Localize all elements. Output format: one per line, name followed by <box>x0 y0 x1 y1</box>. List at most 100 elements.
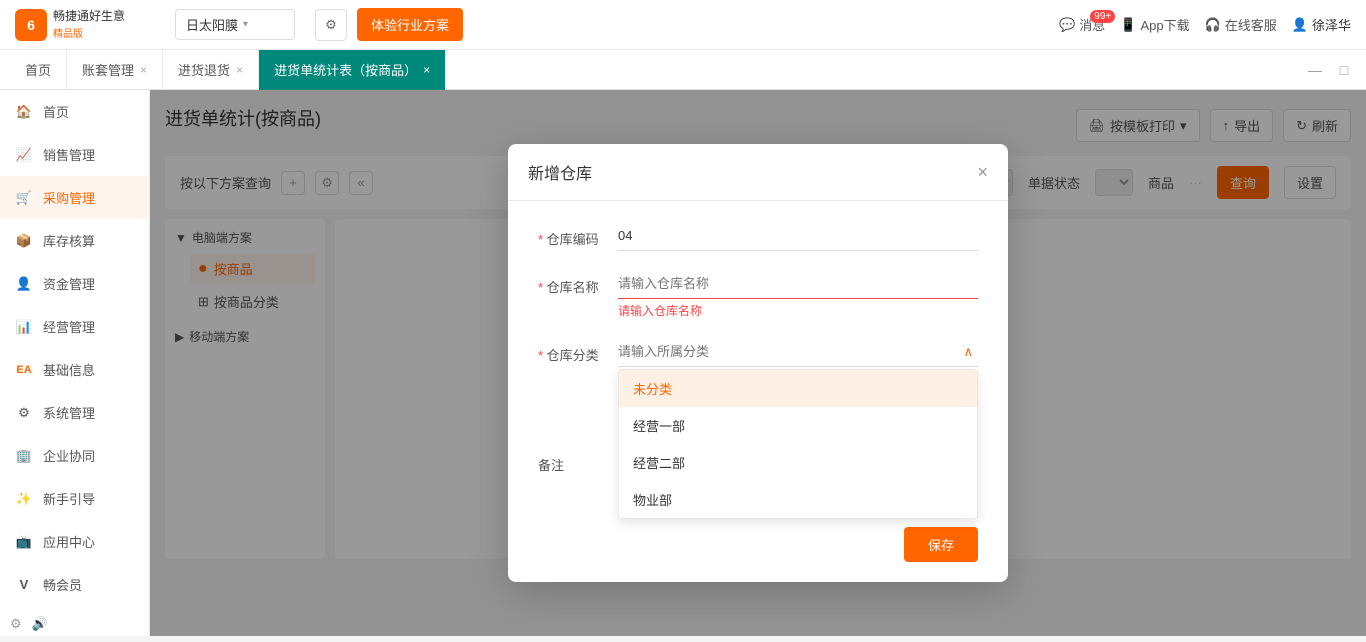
sidebar-volume-icon[interactable]: 🔊 <box>32 616 48 632</box>
save-button[interactable]: 保存 <box>904 527 978 562</box>
code-input[interactable] <box>618 221 978 251</box>
app-logo-icon: 6 <box>15 9 47 41</box>
main-layout: 🏠 首页 📈 销售管理 🛒 采购管理 📦 库存核算 👤 资金管理 📊 经营管理 … <box>0 90 1366 636</box>
sidebar-item-basic[interactable]: EA 基础信息 <box>0 348 149 391</box>
message-button[interactable]: 💬 消息 99+ <box>1059 15 1105 34</box>
logo-area: 6 畅捷通好生意 精品版 <box>15 9 165 41</box>
vip-icon: V <box>15 576 33 594</box>
sidebar-label-system: 系统管理 <box>43 403 95 422</box>
tab-purchase-stat-close-icon[interactable]: × <box>423 63 430 77</box>
sidebar-item-enterprise[interactable]: 🏢 企业协同 <box>0 434 149 477</box>
store-name: 日太阳膜 <box>186 15 238 34</box>
basic-icon: EA <box>15 361 33 379</box>
sidebar-label-finance: 资金管理 <box>43 274 95 293</box>
header-middle: ⚙ 体验行业方案 <box>315 8 463 41</box>
headset-icon: 🎧 <box>1205 17 1221 33</box>
enterprise-icon: 🏢 <box>15 447 33 465</box>
form-row-code: 仓库编码 <box>538 221 978 251</box>
app-edition: 精品版 <box>53 25 125 40</box>
header-settings-button[interactable]: ⚙ <box>315 9 347 41</box>
sidebar-label-purchase: 采购管理 <box>43 188 95 207</box>
message-badge: 99+ <box>1090 10 1115 23</box>
sidebar-item-sales[interactable]: 📈 销售管理 <box>0 133 149 176</box>
top-header: 6 畅捷通好生意 精品版 日太阳膜 ▾ ⚙ 体验行业方案 💬 消息 99+ 📱 … <box>0 0 1366 50</box>
app-center-icon: 📺 <box>15 533 33 551</box>
name-label: 仓库名称 <box>538 269 618 296</box>
online-service-label: 在线客服 <box>1225 15 1277 34</box>
sidebar-item-system[interactable]: ⚙ 系统管理 <box>0 391 149 434</box>
app-download-label: App下载 <box>1140 15 1189 34</box>
dropdown-item-dept2[interactable]: 经营二部 <box>619 444 977 481</box>
tab-bar: 首页 账套管理 × 进货退货 × 进货单统计表（按商品） × — □ <box>0 50 1366 90</box>
message-icon: 💬 <box>1059 17 1075 33</box>
sidebar-item-app-center[interactable]: 📺 应用中心 <box>0 520 149 563</box>
sidebar-item-vip[interactable]: V 畅会员 <box>0 563 149 606</box>
sidebar-label-operation: 经营管理 <box>43 317 95 336</box>
sidebar-label-inventory: 库存核算 <box>43 231 95 250</box>
tab-purchase-stat-label: 进货单统计表（按商品） <box>274 60 417 79</box>
store-chevron-icon: ▾ <box>243 19 248 30</box>
tab-account-label: 账套管理 <box>82 60 134 79</box>
dialog-body: 仓库编码 仓库名称 请输入仓库名称 <box>508 201 1008 515</box>
category-expand-icon[interactable]: ∧ <box>958 339 978 365</box>
code-input-wrap <box>618 221 978 251</box>
sidebar-label-home: 首页 <box>43 102 69 121</box>
sidebar-label-guide: 新手引导 <box>43 489 95 508</box>
sidebar-label-vip: 畅会员 <box>43 575 82 594</box>
dialog-close-button[interactable]: × <box>977 162 988 183</box>
form-row-name: 仓库名称 请输入仓库名称 <box>538 269 978 319</box>
sales-icon: 📈 <box>15 146 33 164</box>
dialog-title: 新增仓库 <box>528 160 592 184</box>
gear-icon: ⚙ <box>325 17 337 33</box>
tab-purchase-return-close-icon[interactable]: × <box>236 63 243 77</box>
tab-purchase-return[interactable]: 进货退货 × <box>163 50 259 90</box>
sidebar-item-operation[interactable]: 📊 经营管理 <box>0 305 149 348</box>
sidebar-label-enterprise: 企业协同 <box>43 446 95 465</box>
new-warehouse-dialog: 新增仓库 × 仓库编码 仓库名称 <box>508 144 1008 582</box>
tab-account-close-icon[interactable]: × <box>140 63 147 77</box>
code-label: 仓库编码 <box>538 221 618 248</box>
tab-purchase-return-label: 进货退货 <box>178 60 230 79</box>
name-input[interactable] <box>618 269 978 299</box>
purchase-icon: 🛒 <box>15 189 33 207</box>
dialog-footer: 保存 <box>508 515 1008 582</box>
minimize-button[interactable]: — <box>1303 58 1327 82</box>
store-selector[interactable]: 日太阳膜 ▾ <box>175 9 295 40</box>
dropdown-item-dept1[interactable]: 经营一部 <box>619 407 977 444</box>
operation-icon: 📊 <box>15 318 33 336</box>
dropdown-item-uncategorized[interactable]: 未分类 <box>619 370 977 407</box>
form-row-category: 仓库分类 ∧ 未分类 经营一部 经营二部 物业部 <box>538 337 978 367</box>
category-dropdown: 未分类 经营一部 经营二部 物业部 <box>618 369 978 519</box>
sidebar-item-finance[interactable]: 👤 资金管理 <box>0 262 149 305</box>
trial-button[interactable]: 体验行业方案 <box>357 8 463 41</box>
sidebar: 🏠 首页 📈 销售管理 🛒 采购管理 📦 库存核算 👤 资金管理 📊 经营管理 … <box>0 90 150 636</box>
remark-label: 备注 <box>538 447 618 474</box>
dropdown-item-property[interactable]: 物业部 <box>619 481 977 518</box>
content-area: 进货单统计(按商品) 🖨 按模板打印 ▾ ↑ 导出 ↻ 刷新 <box>150 90 1366 636</box>
sidebar-item-inventory[interactable]: 📦 库存核算 <box>0 219 149 262</box>
avatar-icon: 👤 <box>1292 17 1308 33</box>
sidebar-label-basic: 基础信息 <box>43 360 95 379</box>
sidebar-settings-icon[interactable]: ⚙ <box>10 616 22 632</box>
tab-home[interactable]: 首页 <box>10 50 67 90</box>
online-service-button[interactable]: 🎧 在线客服 <box>1205 15 1277 34</box>
tab-purchase-stat[interactable]: 进货单统计表（按商品） × <box>259 50 446 90</box>
guide-icon: ✨ <box>15 490 33 508</box>
dialog-header: 新增仓库 × <box>508 144 1008 201</box>
sidebar-item-home[interactable]: 🏠 首页 <box>0 90 149 133</box>
app-download-button[interactable]: 📱 App下载 <box>1120 15 1189 34</box>
user-name: 徐泽华 <box>1312 15 1351 34</box>
user-profile-button[interactable]: 👤 徐泽华 <box>1292 15 1351 34</box>
name-input-wrap: 请输入仓库名称 <box>618 269 978 319</box>
system-icon: ⚙ <box>15 404 33 422</box>
header-right: 💬 消息 99+ 📱 App下载 🎧 在线客服 👤 徐泽华 <box>1059 15 1351 34</box>
sidebar-label-sales: 销售管理 <box>43 145 95 164</box>
maximize-button[interactable]: □ <box>1332 58 1356 82</box>
sidebar-bottom: ⚙ 🔊 <box>0 606 149 642</box>
inventory-icon: 📦 <box>15 232 33 250</box>
category-input[interactable] <box>618 337 958 366</box>
sidebar-item-guide[interactable]: ✨ 新手引导 <box>0 477 149 520</box>
sidebar-item-purchase[interactable]: 🛒 采购管理 <box>0 176 149 219</box>
window-controls: — □ <box>1303 58 1356 82</box>
tab-account[interactable]: 账套管理 × <box>67 50 163 90</box>
